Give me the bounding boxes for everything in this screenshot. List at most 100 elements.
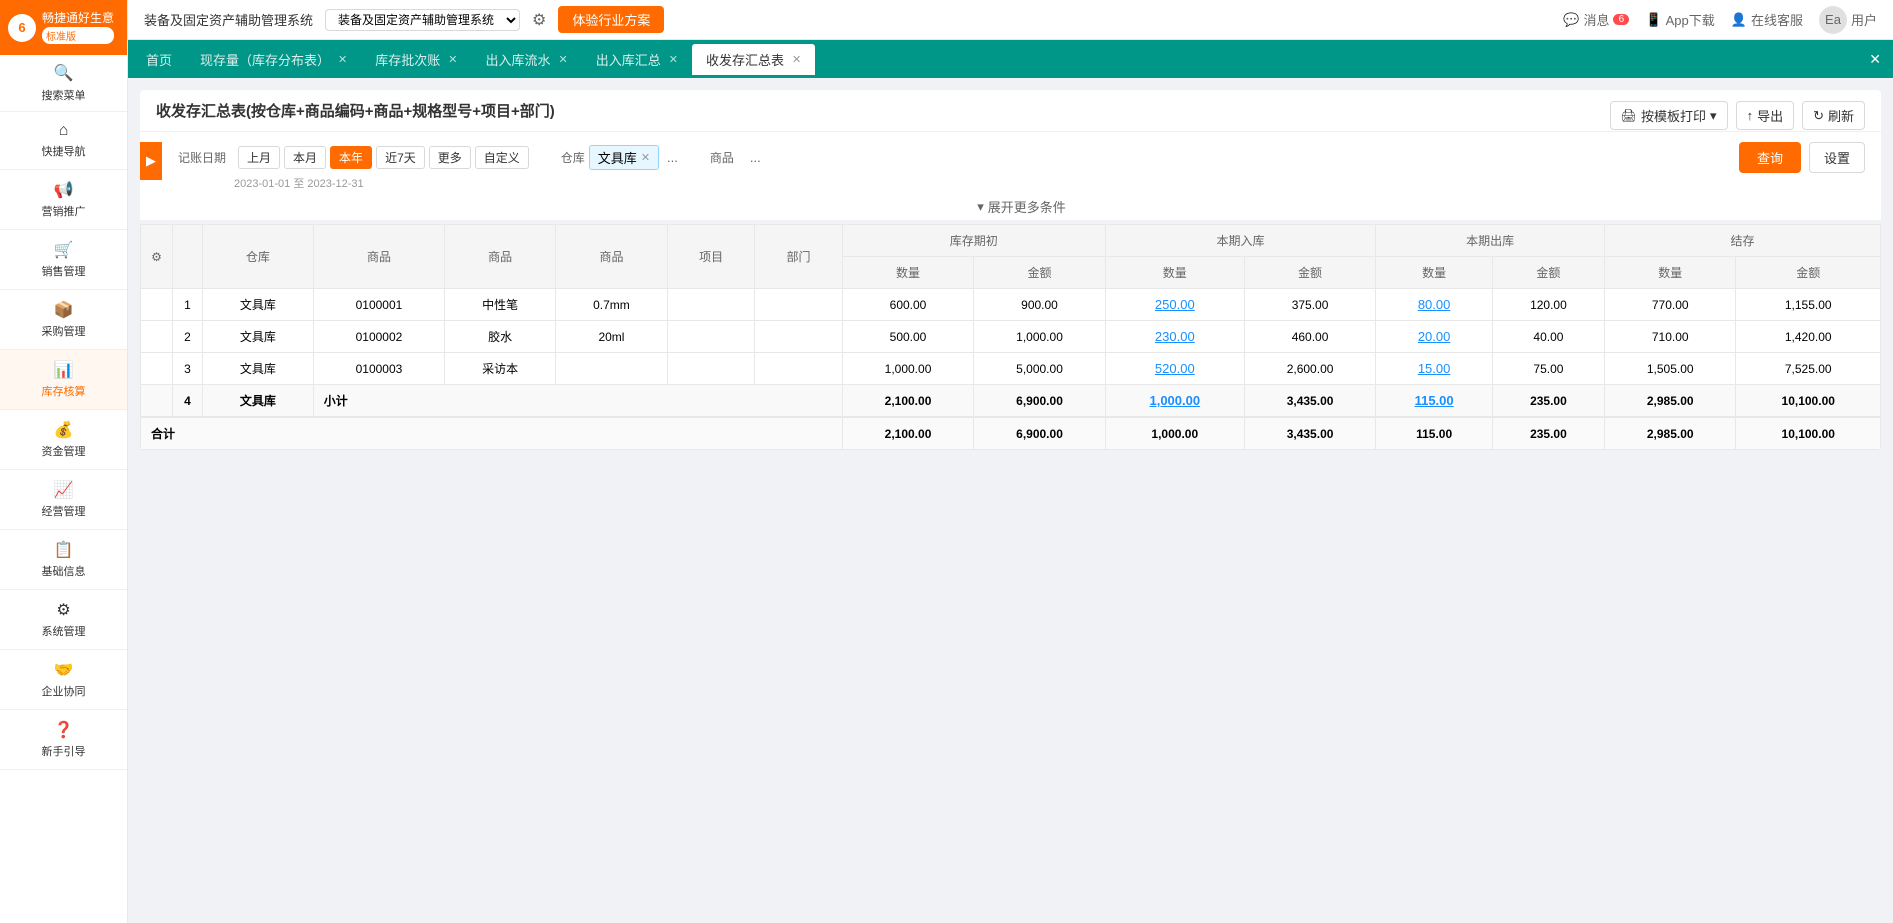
row-out-qty[interactable]: 20.00 bbox=[1376, 321, 1493, 353]
warehouse-tag[interactable]: 文具库 ✕ bbox=[589, 145, 659, 170]
row-in-qty[interactable]: 230.00 bbox=[1105, 321, 1244, 353]
warehouse-tag-close[interactable]: ✕ bbox=[641, 151, 650, 164]
message-badge: 6 bbox=[1613, 14, 1629, 25]
tab-home[interactable]: 首页 bbox=[132, 44, 186, 75]
tab-label: 出入库流水 bbox=[485, 50, 550, 69]
user-menu[interactable]: Ea 用户 bbox=[1819, 6, 1877, 34]
row-department bbox=[755, 353, 842, 385]
date-btn-last-month[interactable]: 上月 bbox=[238, 146, 280, 169]
tab-label: 收发存汇总表 bbox=[706, 50, 784, 69]
tab-current-stock[interactable]: 现存量（库存分布表） ✕ bbox=[186, 44, 361, 75]
message-icon: 💬 bbox=[1563, 12, 1579, 28]
subtotal-no: 4 bbox=[173, 385, 203, 418]
total-opening-qty: 2,100.00 bbox=[842, 417, 974, 450]
filter-toggle-btn[interactable]: ▶ bbox=[140, 142, 162, 180]
message-btn[interactable]: 💬 消息 6 bbox=[1563, 10, 1629, 29]
total-label: 合计 bbox=[141, 417, 843, 450]
sidebar-item-guide[interactable]: ❓ 新手引导 bbox=[0, 710, 127, 770]
row-opening-amount: 5,000.00 bbox=[974, 353, 1106, 385]
print-label: 按模板打印 bbox=[1641, 106, 1706, 125]
product-dots[interactable]: ... bbox=[750, 150, 761, 165]
online-service-btn[interactable]: 👤 在线客服 bbox=[1731, 10, 1803, 29]
row-closing-amount: 7,525.00 bbox=[1736, 353, 1881, 385]
sidebar-item-label: 经营管理 bbox=[42, 503, 86, 519]
row-closing-qty: 1,505.00 bbox=[1604, 353, 1736, 385]
sidebar-item-marketing[interactable]: 📢 营销推广 bbox=[0, 170, 127, 230]
topbar-right: 💬 消息 6 📱 App下载 👤 在线客服 Ea 用户 bbox=[1563, 6, 1877, 34]
tab-close-main[interactable]: ✕ bbox=[1861, 51, 1889, 68]
row-in-qty[interactable]: 520.00 bbox=[1105, 353, 1244, 385]
tab-close-icon[interactable]: ✕ bbox=[559, 53, 568, 66]
tab-close-icon[interactable]: ✕ bbox=[338, 53, 347, 66]
tab-batch[interactable]: 库存批次账 ✕ bbox=[361, 44, 471, 75]
export-btn[interactable]: ↑ 导出 bbox=[1736, 101, 1795, 130]
print-btn[interactable]: 🖨 按模板打印 ▾ bbox=[1610, 101, 1728, 130]
date-btn-this-year[interactable]: 本年 bbox=[330, 146, 372, 169]
tab-inout-summary[interactable]: 出入库汇总 ✕ bbox=[582, 44, 692, 75]
refresh-icon: ↻ bbox=[1813, 108, 1824, 124]
app-name: 畅捷通好生意 bbox=[42, 11, 114, 27]
filter-row-wrapper: ▶ 记账日期 上月 本月 本年 近7天 更多 自定义 仓库 bbox=[140, 142, 1881, 216]
th-gear[interactable]: ⚙ bbox=[141, 225, 173, 289]
sidebar-nav: ⌂ 快捷导航 📢 营销推广 🛒 销售管理 📦 采购管理 📊 库存核算 💰 资金管… bbox=[0, 112, 127, 923]
search-menu[interactable]: 🔍 搜索菜单 bbox=[0, 55, 127, 112]
date-btn-this-month[interactable]: 本月 bbox=[284, 146, 326, 169]
page-title-row: 收发存汇总表(按仓库+商品编码+商品+规格型号+项目+部门) 🖨 按模板打印 ▾… bbox=[156, 100, 1865, 131]
experience-btn[interactable]: 体验行业方案 bbox=[558, 6, 664, 33]
row-in-amount: 375.00 bbox=[1244, 289, 1376, 321]
subtotal-closing-qty: 2,985.00 bbox=[1604, 385, 1736, 418]
row-in-qty[interactable]: 250.00 bbox=[1105, 289, 1244, 321]
row-warehouse: 文具库 bbox=[203, 289, 314, 321]
row-no: 1 bbox=[173, 289, 203, 321]
refresh-label: 刷新 bbox=[1828, 106, 1854, 125]
sidebar-item-quick-nav[interactable]: ⌂ 快捷导航 bbox=[0, 112, 127, 170]
row-product-spec: 0.7mm bbox=[555, 289, 667, 321]
row-closing-qty: 710.00 bbox=[1604, 321, 1736, 353]
expand-btn[interactable]: ▾ 展开更多条件 bbox=[178, 197, 1865, 216]
th-opening: 库存期初 bbox=[842, 225, 1105, 257]
subtotal-out-qty[interactable]: 115.00 bbox=[1376, 385, 1493, 418]
subtotal-gear bbox=[141, 385, 173, 418]
subtotal-opening-qty: 2,100.00 bbox=[842, 385, 974, 418]
th-project: 项目 bbox=[667, 225, 754, 289]
tab-close-icon[interactable]: ✕ bbox=[792, 53, 801, 66]
row-product-code: 0100001 bbox=[313, 289, 445, 321]
subtotal-label: 小计 bbox=[313, 385, 842, 418]
print-icon: 🖨 bbox=[1621, 108, 1638, 124]
gear-icon[interactable]: ⚙ bbox=[532, 10, 546, 30]
tab-close-icon[interactable]: ✕ bbox=[669, 53, 678, 66]
row-out-qty[interactable]: 15.00 bbox=[1376, 353, 1493, 385]
row-in-amount: 460.00 bbox=[1244, 321, 1376, 353]
tab-collect-summary[interactable]: 收发存汇总表 ✕ bbox=[692, 44, 815, 75]
total-closing-amount: 10,100.00 bbox=[1736, 417, 1881, 450]
date-btn-7days[interactable]: 近7天 bbox=[376, 146, 425, 169]
sidebar-item-enterprise[interactable]: 🤝 企业协同 bbox=[0, 650, 127, 710]
warehouse-dots[interactable]: ... bbox=[667, 150, 678, 165]
subtotal-out-amount: 235.00 bbox=[1492, 385, 1604, 418]
date-btn-more[interactable]: 更多 bbox=[429, 146, 471, 169]
page-actions: 🖨 按模板打印 ▾ ↑ 导出 ↻ 刷新 bbox=[1610, 101, 1866, 130]
settings-btn[interactable]: 设置 bbox=[1809, 142, 1865, 173]
subtotal-in-qty[interactable]: 1,000.00 bbox=[1105, 385, 1244, 418]
sidebar-item-sales[interactable]: 🛒 销售管理 bbox=[0, 230, 127, 290]
query-btn[interactable]: 查询 bbox=[1739, 142, 1801, 173]
app-download-btn[interactable]: 📱 App下载 bbox=[1645, 10, 1714, 29]
total-out-qty: 115.00 bbox=[1376, 417, 1493, 450]
row-out-amount: 40.00 bbox=[1492, 321, 1604, 353]
sidebar-item-purchase[interactable]: 📦 采购管理 bbox=[0, 290, 127, 350]
total-out-amount: 235.00 bbox=[1492, 417, 1604, 450]
row-department bbox=[755, 289, 842, 321]
row-out-qty[interactable]: 80.00 bbox=[1376, 289, 1493, 321]
sidebar-item-inventory[interactable]: 📊 库存核算 bbox=[0, 350, 127, 410]
sidebar-item-operations[interactable]: 📈 经营管理 bbox=[0, 470, 127, 530]
sidebar-item-basic[interactable]: 📋 基础信息 bbox=[0, 530, 127, 590]
tab-inout-flow[interactable]: 出入库流水 ✕ bbox=[471, 44, 581, 75]
tab-close-icon[interactable]: ✕ bbox=[448, 53, 457, 66]
date-btn-custom[interactable]: 自定义 bbox=[475, 146, 529, 169]
th-department: 部门 bbox=[755, 225, 842, 289]
system-selector[interactable]: 装备及固定资产辅助管理系统 bbox=[325, 9, 520, 31]
home-icon: ⌂ bbox=[59, 122, 69, 140]
refresh-btn[interactable]: ↻ 刷新 bbox=[1802, 101, 1865, 130]
sidebar-item-system[interactable]: ⚙ 系统管理 bbox=[0, 590, 127, 650]
sidebar-item-finance[interactable]: 💰 资金管理 bbox=[0, 410, 127, 470]
